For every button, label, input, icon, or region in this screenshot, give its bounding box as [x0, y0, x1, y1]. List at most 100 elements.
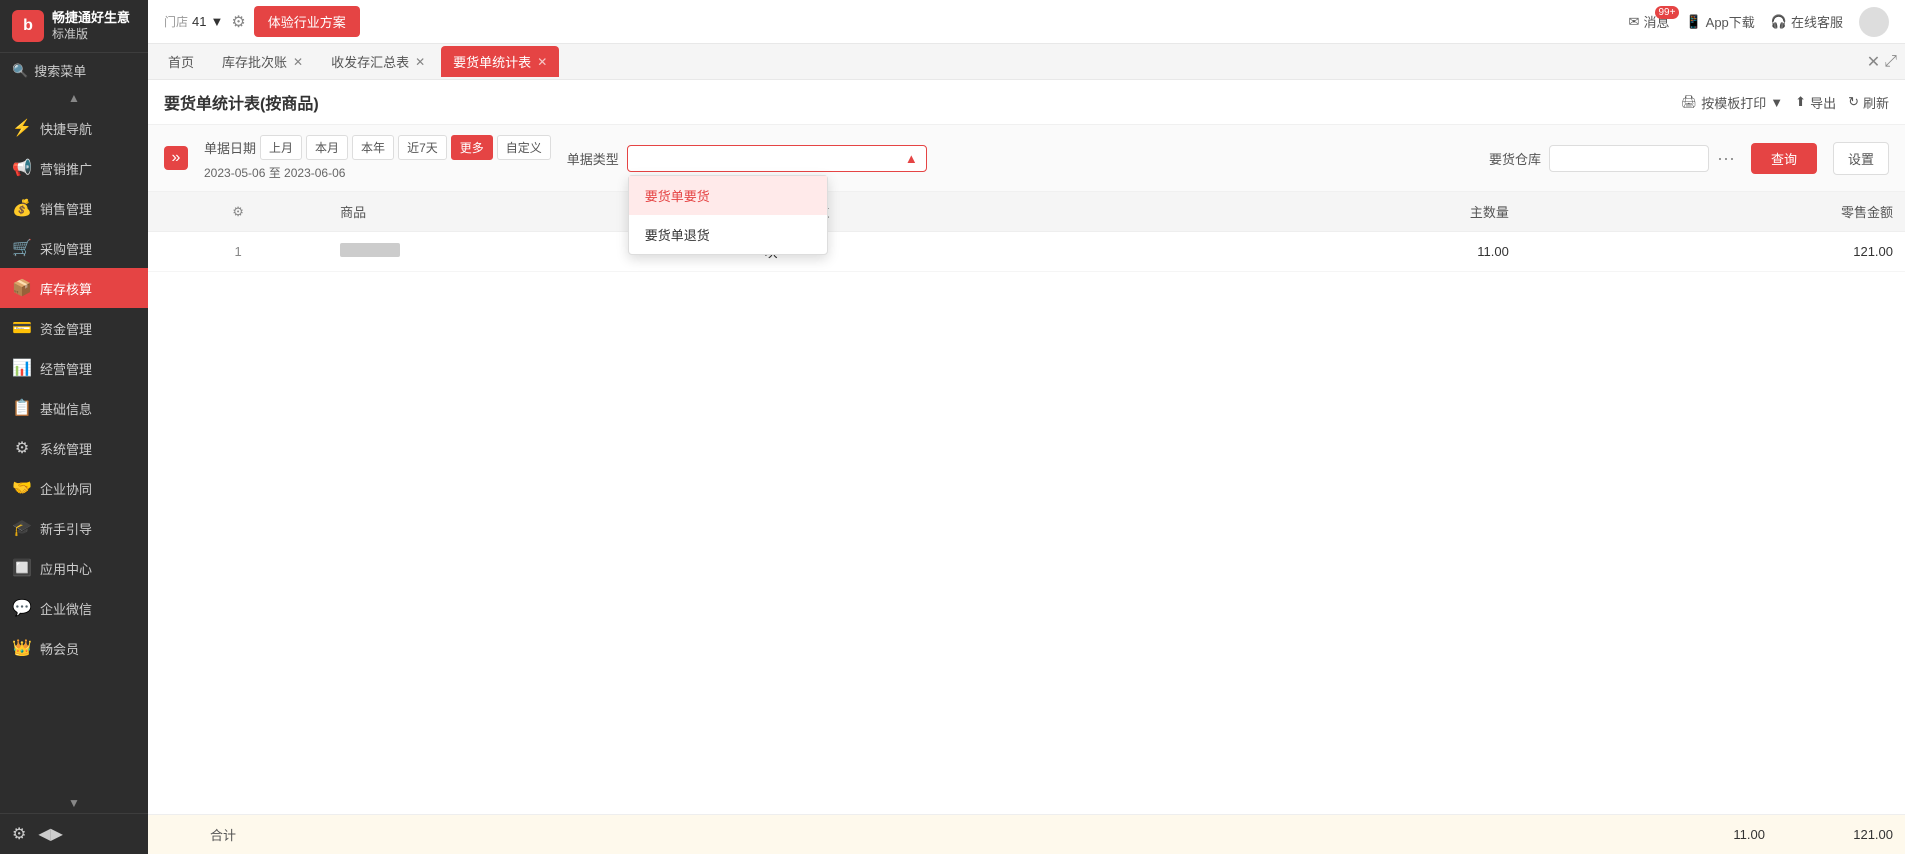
- system-icon: ⚙: [12, 438, 32, 458]
- sidebar-item-marketing[interactable]: 📢 营销推广: [0, 148, 148, 188]
- filter-expand-btn[interactable]: »: [164, 146, 188, 170]
- sidebar-item-app-center[interactable]: 🔲 应用中心: [0, 548, 148, 588]
- close-all-tabs-btn[interactable]: ✕: [1867, 52, 1880, 72]
- table-header: ⚙ 商品 主计量单位 主数量 零售金额: [148, 192, 1905, 232]
- close-tab-inventory-batch[interactable]: ✕: [293, 55, 303, 69]
- product-name-blurred: [340, 243, 400, 257]
- date-buttons: 单据日期 上月 本月 本年 近7天 更多 自定义: [204, 135, 551, 160]
- marketing-icon: 📢: [12, 158, 32, 178]
- topbar-left: 门店 41 ▼ ⚙ 体验行业方案: [164, 6, 1613, 37]
- type-select-value: [636, 151, 640, 166]
- export-btn[interactable]: ⬆ 导出: [1795, 93, 1836, 112]
- app-center-icon: 🔲: [12, 558, 32, 578]
- refresh-btn[interactable]: ↻ 刷新: [1848, 93, 1889, 112]
- chevron-up-icon: ▲: [905, 151, 918, 166]
- date-range-display: 2023-05-06 至 2023-06-06: [204, 164, 551, 181]
- sidebar-item-system[interactable]: ⚙ 系统管理: [0, 428, 148, 468]
- warehouse-more-btn[interactable]: ···: [1717, 148, 1735, 169]
- dropdown-item-return[interactable]: 要货单退货: [629, 215, 827, 254]
- table-body: 1 块 11.00 121.00: [148, 232, 1905, 272]
- filter-bar: » 单据日期 上月 本月 本年 近7天 更多 自定义 2023-05-06 至 …: [148, 125, 1905, 192]
- scroll-down-btn[interactable]: ▼: [0, 793, 148, 813]
- store-selector[interactable]: 门店 41 ▼: [164, 13, 223, 30]
- type-select[interactable]: ▲ 要货单要货 要货单退货: [627, 145, 927, 172]
- table-header-amount: 零售金额: [1521, 192, 1905, 232]
- sidebar-item-quick-nav[interactable]: ⚡ 快捷导航: [0, 108, 148, 148]
- total-amount: 121.00: [1793, 827, 1893, 842]
- warehouse-input[interactable]: [1549, 145, 1709, 172]
- filter-settings-button[interactable]: 设置: [1833, 142, 1889, 175]
- sidebar-item-guide[interactable]: 🎓 新手引导: [0, 508, 148, 548]
- sidebar-item-finance[interactable]: 💳 资金管理: [0, 308, 148, 348]
- avatar[interactable]: [1859, 7, 1889, 37]
- collapse-icon[interactable]: ◀▶: [38, 824, 63, 844]
- table-header-qty: 主数量: [1202, 192, 1520, 232]
- member-icon: 👑: [12, 638, 32, 658]
- warehouse-label: 要货仓库: [1489, 149, 1541, 168]
- date-btn-last7days[interactable]: 近7天: [398, 135, 447, 160]
- settings-icon[interactable]: ⚙: [231, 12, 245, 32]
- filter-type-group: 单据类型 ▲ 要货单要货 要货单退货: [567, 145, 1473, 172]
- tab-inventory-batch[interactable]: 库存批次账 ✕: [210, 46, 315, 77]
- close-tab-receipt-summary[interactable]: ✕: [415, 55, 425, 69]
- settings-footer-icon[interactable]: ⚙: [12, 824, 26, 844]
- purchase-icon: 🛒: [12, 238, 32, 258]
- scroll-up-btn[interactable]: ▲: [0, 88, 148, 108]
- page-title: 要货单统计表(按商品): [164, 90, 319, 114]
- enterprise-icon: 🤝: [12, 478, 32, 498]
- dropdown-item-order[interactable]: 要货单要货: [629, 176, 827, 215]
- app-download-btn[interactable]: 📱 App下载: [1685, 12, 1754, 31]
- online-service-btn[interactable]: 🎧 在线客服: [1771, 12, 1843, 31]
- sidebar-item-enterprise[interactable]: 🤝 企业协同: [0, 468, 148, 508]
- logo-area: b 畅捷通好生意 标准版: [0, 0, 148, 53]
- tab-home[interactable]: 首页: [156, 46, 206, 77]
- print-btn[interactable]: 🖨 按模板打印 ▼: [1681, 93, 1783, 112]
- total-label: 合计: [210, 825, 410, 844]
- page-content: 要货单统计表(按商品) 🖨 按模板打印 ▼ ⬆ 导出 ↻ 刷新 »: [148, 80, 1905, 854]
- basic-info-icon: 📋: [12, 398, 32, 418]
- sidebar-item-purchase[interactable]: 🛒 采购管理: [0, 228, 148, 268]
- type-dropdown: 要货单要货 要货单退货: [628, 175, 828, 255]
- phone-icon: 📱: [1685, 14, 1701, 30]
- sales-icon: 💰: [12, 198, 32, 218]
- search-menu[interactable]: 🔍 搜索菜单: [0, 53, 148, 88]
- sidebar-item-basic-info[interactable]: 📋 基础信息: [0, 388, 148, 428]
- chevron-down-icon: ▼: [210, 14, 223, 29]
- table-header-settings[interactable]: ⚙: [148, 192, 328, 232]
- date-btn-this-year[interactable]: 本年: [352, 135, 394, 160]
- filter-warehouse-group: 要货仓库 ···: [1489, 145, 1735, 172]
- date-btn-more[interactable]: 更多: [451, 135, 493, 160]
- topbar: 门店 41 ▼ ⚙ 体验行业方案 ✉ 消息 99+ 📱 App下载 🎧 在线客服: [148, 0, 1905, 44]
- printer-icon: 🖨: [1681, 94, 1698, 110]
- date-btn-this-month[interactable]: 本月: [306, 135, 348, 160]
- data-table: ⚙ 商品 主计量单位 主数量 零售金额 1 块 11.00: [148, 192, 1905, 272]
- query-button[interactable]: 查询: [1751, 143, 1817, 174]
- date-btn-custom[interactable]: 自定义: [497, 135, 551, 160]
- sidebar-item-member[interactable]: 👑 畅会员: [0, 628, 148, 668]
- page-header: 要货单统计表(按商品) 🖨 按模板打印 ▼ ⬆ 导出 ↻ 刷新: [148, 80, 1905, 125]
- sidebar-item-inventory[interactable]: 📦 库存核算: [0, 268, 148, 308]
- operations-icon: 📊: [12, 358, 32, 378]
- logo-icon: b: [12, 10, 44, 42]
- date-label: 单据日期: [204, 138, 256, 157]
- tab-order-stats[interactable]: 要货单统计表 ✕: [441, 46, 559, 77]
- expand-tabs-btn[interactable]: ⤢: [1884, 52, 1897, 72]
- close-tab-order-stats[interactable]: ✕: [537, 55, 547, 69]
- date-btn-last-month[interactable]: 上月: [260, 135, 302, 160]
- guide-icon: 🎓: [12, 518, 32, 538]
- messages-btn[interactable]: ✉ 消息 99+: [1629, 12, 1670, 31]
- tab-receipt-summary[interactable]: 收发存汇总表 ✕: [319, 46, 437, 77]
- sidebar: b 畅捷通好生意 标准版 🔍 搜索菜单 ▲ ⚡ 快捷导航 📢 营销推广 💰 销售…: [0, 0, 148, 854]
- table-footer: 合计 11.00 121.00: [148, 814, 1905, 854]
- quick-nav-icon: ⚡: [12, 118, 32, 138]
- trial-button[interactable]: 体验行业方案: [254, 6, 360, 37]
- export-icon: ⬆: [1795, 94, 1806, 110]
- tabbar-actions: ✕ ⤢: [1867, 52, 1897, 72]
- sidebar-item-sales[interactable]: 💰 销售管理: [0, 188, 148, 228]
- inventory-icon: 📦: [12, 278, 32, 298]
- sidebar-nav: ⚡ 快捷导航 📢 营销推广 💰 销售管理 🛒 采购管理 📦 库存核算 💳 资金管…: [0, 108, 148, 793]
- wechat-icon: 💬: [12, 598, 32, 618]
- sidebar-item-operations[interactable]: 📊 经营管理: [0, 348, 148, 388]
- search-icon: 🔍: [12, 63, 28, 79]
- sidebar-item-wechat[interactable]: 💬 企业微信: [0, 588, 148, 628]
